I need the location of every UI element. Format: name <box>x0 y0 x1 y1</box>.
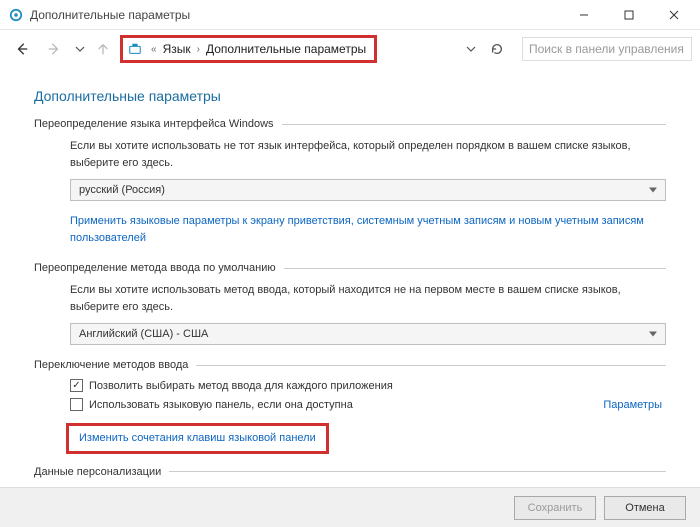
titlebar: Дополнительные параметры <box>0 0 700 30</box>
search-placeholder: Поиск в панели управления <box>529 42 684 56</box>
cancel-button[interactable]: Отмена <box>604 496 686 520</box>
window-title: Дополнительные параметры <box>30 8 190 22</box>
input-method-select[interactable]: Английский (США) - США <box>70 323 666 345</box>
minimize-button[interactable] <box>561 1 606 29</box>
nav-back-button[interactable] <box>8 35 36 63</box>
section-header-input-method: Переопределение метода ввода по умолчани… <box>34 262 666 274</box>
highlighted-hotkeys-box: Изменить сочетания клавиш языковой панел… <box>66 423 329 454</box>
language-bar-options-link[interactable]: Параметры <box>603 399 666 411</box>
chevron-right-icon: › <box>193 44 204 55</box>
navbar: « Язык › Дополнительные параметры Поиск … <box>0 30 700 68</box>
maximize-button[interactable] <box>606 1 651 29</box>
display-language-value: русский (Россия) <box>79 184 165 196</box>
save-button[interactable]: Сохранить <box>514 496 596 520</box>
breadcrumb-prefix: « <box>147 44 161 55</box>
control-panel-icon <box>8 7 24 23</box>
change-hotkeys-link[interactable]: Изменить сочетания клавиш языковой панел… <box>79 430 316 447</box>
refresh-button[interactable] <box>486 38 508 60</box>
breadcrumb[interactable]: « Язык › Дополнительные параметры <box>120 35 377 63</box>
nav-up-button[interactable] <box>92 35 114 63</box>
address-dropdown-button[interactable] <box>462 40 480 58</box>
checkbox-unchecked-icon <box>70 398 83 411</box>
input-method-description: Если вы хотите использовать метод ввода,… <box>70 282 666 315</box>
nav-forward-button[interactable] <box>40 35 68 63</box>
content-area: Дополнительные параметры Переопределение… <box>0 68 700 519</box>
apply-to-welcome-screen-link[interactable]: Применить языковые параметры к экрану пр… <box>70 213 666 246</box>
nav-recent-button[interactable] <box>72 35 88 63</box>
breadcrumb-item-language[interactable]: Язык <box>161 42 193 56</box>
display-language-description: Если вы хотите использовать не тот язык … <box>70 138 666 171</box>
close-button[interactable] <box>651 1 696 29</box>
checkbox-per-app-input[interactable]: ✓ Позволить выбирать метод ввода для каж… <box>70 379 666 392</box>
control-panel-crumb-icon <box>127 41 143 57</box>
section-header-switch-input: Переключение методов ввода <box>34 359 666 371</box>
search-input[interactable]: Поиск в панели управления <box>522 37 692 61</box>
checkbox-per-app-label: Позволить выбирать метод ввода для каждо… <box>89 380 393 392</box>
input-method-value: Английский (США) - США <box>79 328 208 340</box>
display-language-select[interactable]: русский (Россия) <box>70 179 666 201</box>
page-title: Дополнительные параметры <box>34 88 666 104</box>
footer-bar: Сохранить Отмена <box>0 487 700 527</box>
breadcrumb-item-advanced[interactable]: Дополнительные параметры <box>204 42 368 56</box>
checkbox-language-bar[interactable]: Использовать языковую панель, если она д… <box>70 398 353 411</box>
section-header-personalization: Данные персонализации <box>34 466 666 478</box>
section-header-display-language: Переопределение языка интерфейса Windows <box>34 118 666 130</box>
checkbox-language-bar-label: Использовать языковую панель, если она д… <box>89 399 353 411</box>
checkbox-checked-icon: ✓ <box>70 379 83 392</box>
